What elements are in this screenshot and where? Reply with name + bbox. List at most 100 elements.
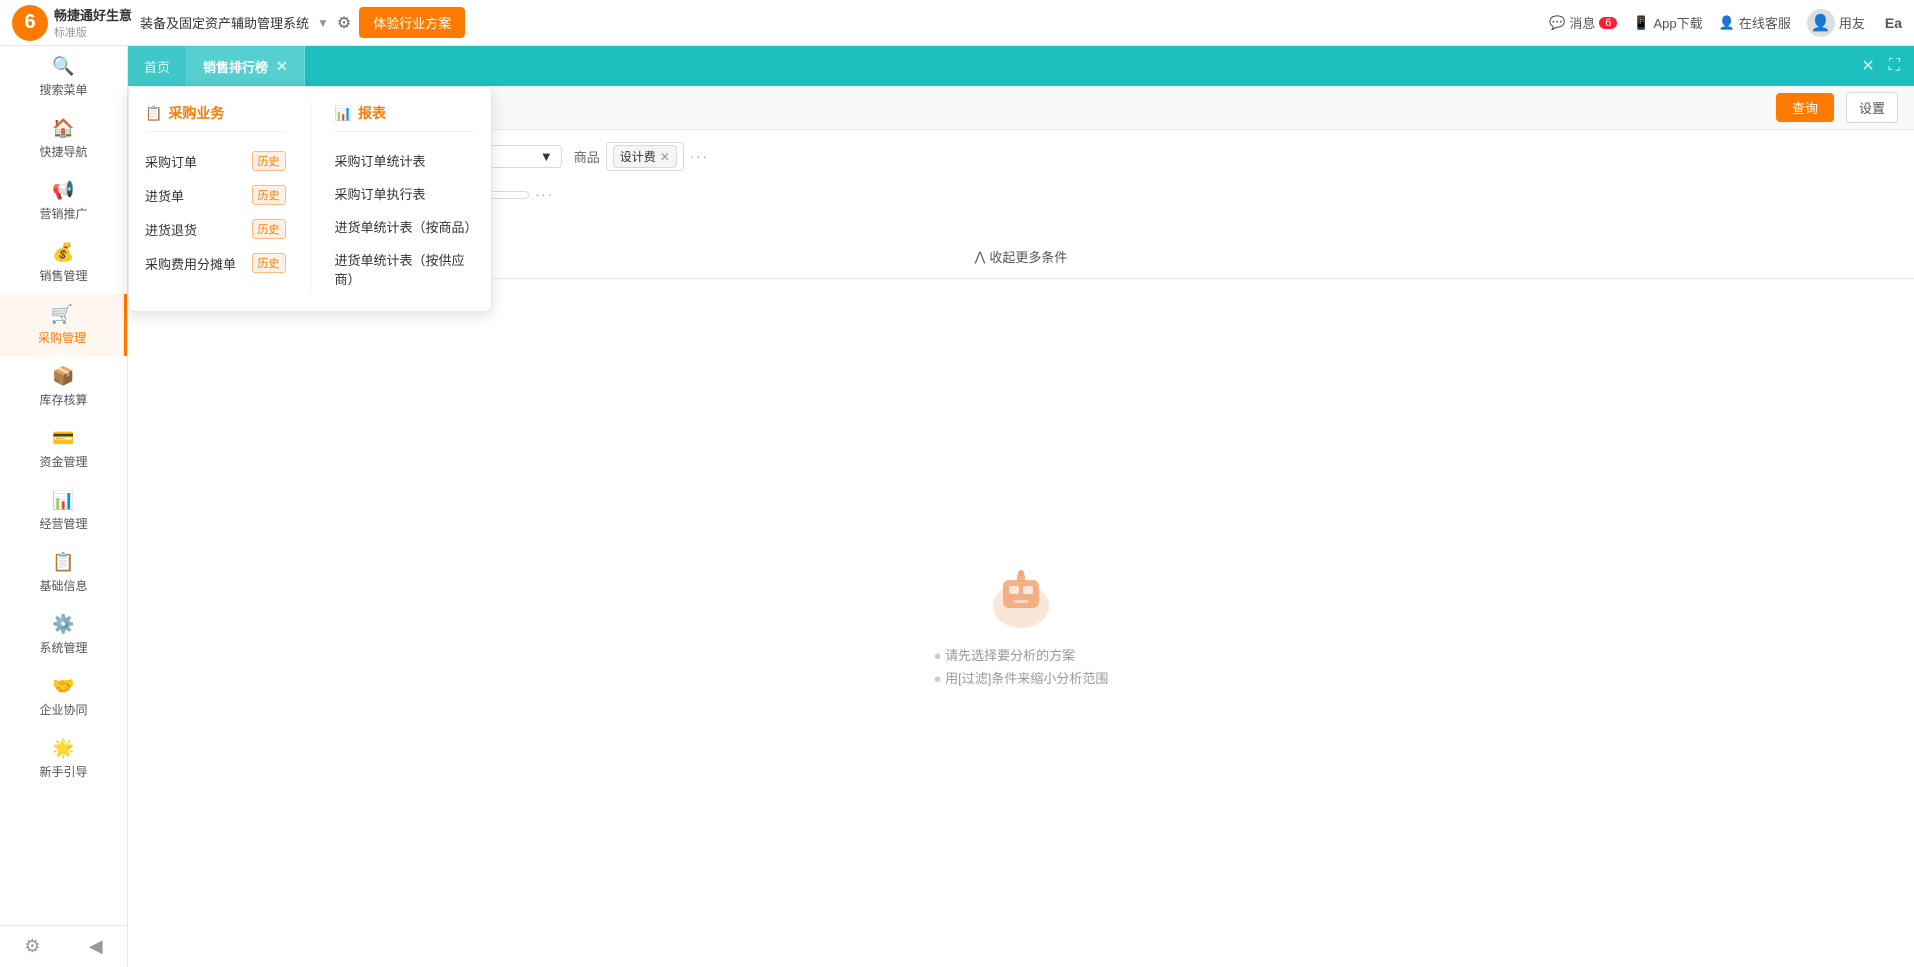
guide-icon: 🌟 <box>52 738 74 759</box>
notification-label: 消息 <box>1569 13 1595 32</box>
menu-item-purchase-order[interactable]: 采购订单 历史 <box>145 144 286 178</box>
notification-badge: 6 <box>1599 17 1617 29</box>
logo-subtitle: 标准版 <box>54 24 132 40</box>
business-title: 📋 采购业务 <box>145 103 286 132</box>
sys-name: 装备及固定资产辅助管理系统 <box>140 13 309 32</box>
tab-sales-ranking-label: 销售排行榜 <box>203 57 268 76</box>
sidebar-item-enterprise[interactable]: 🤝 企业协同 <box>0 666 127 728</box>
menu-item-order-exec[interactable]: 采购订单执行表 <box>335 177 476 210</box>
purchase-dropdown-menu: 📋 采购业务 采购订单 历史 进货单 历史 进货退货 历史 采购费用分摊单 历史… <box>128 86 492 312</box>
tab-fullscreen-btn[interactable]: ⛶ <box>1883 53 1906 79</box>
history-badge-2: 历史 <box>252 219 286 239</box>
history-badge-0: 历史 <box>252 151 286 171</box>
sidebar-bottom: ⚙ ◀ <box>0 925 127 967</box>
history-badge-3: 历史 <box>252 253 286 273</box>
sidebar-label-stock: 库存核算 <box>39 391 87 408</box>
app-download-label: App下载 <box>1654 13 1703 32</box>
business-icon: 📋 <box>145 105 162 122</box>
sales-icon: 💰 <box>52 242 74 263</box>
menu-item-expense[interactable]: 采购费用分摊单 历史 <box>145 246 286 280</box>
sidebar-label-enterprise: 企业协同 <box>39 701 87 718</box>
sys-gear-icon[interactable]: ⚙ <box>337 13 351 33</box>
sidebar-item-guide[interactable]: 🌟 新手引导 <box>0 728 127 790</box>
sidebar-label-sales: 销售管理 <box>39 267 87 284</box>
goods-input[interactable]: 设计费 ✕ <box>606 142 684 171</box>
service-icon: 👤 <box>1719 15 1735 31</box>
sidebar-item-search[interactable]: 🔍 搜索菜单 <box>0 46 127 108</box>
goods-tag-label: 设计费 <box>620 148 656 165</box>
basic-icon: 📋 <box>52 552 74 573</box>
menu-item-incoming-stat-supplier[interactable]: 进货单统计表（按供应商） <box>335 243 476 295</box>
menu-item-return[interactable]: 进货退货 历史 <box>145 212 286 246</box>
content-area: 请先选择要分析的方案 用[过滤]条件来缩小分析范围 <box>128 279 1914 967</box>
tab-bar: 首页 销售排行榜 ✕ ✕ ⛶ <box>128 46 1914 86</box>
app-icon: 📱 <box>1633 15 1649 31</box>
sidebar-item-system[interactable]: ⚙️ 系统管理 <box>0 604 127 666</box>
search-icon: 🔍 <box>52 56 74 77</box>
goods-more-dots[interactable]: ··· <box>690 149 709 164</box>
sidebar-item-marketing[interactable]: 📢 营销推广 <box>0 170 127 232</box>
sidebar-item-stock[interactable]: 📦 库存核算 <box>0 356 127 418</box>
history-badge-1: 历史 <box>252 185 286 205</box>
topbar-right: 💬 消息 6 📱 App下载 👤 在线客服 👤 用友 Ea <box>1549 9 1902 37</box>
salesperson-more-dots[interactable]: ··· <box>535 187 554 202</box>
menu-item-incoming[interactable]: 进货单 历史 <box>145 178 286 212</box>
goods-label: 商品 <box>574 147 600 166</box>
notification-btn[interactable]: 💬 消息 6 <box>1549 13 1617 32</box>
report-icon: 📊 <box>335 105 352 122</box>
tab-bar-controls: ✕ ⛶ <box>1855 52 1914 80</box>
marketing-icon: 📢 <box>52 180 74 201</box>
tab-close-all-btn[interactable]: ✕ <box>1855 52 1880 80</box>
sys-dropdown-icon[interactable]: ▼ <box>317 16 329 30</box>
sys-info: 装备及固定资产辅助管理系统 ▼ ⚙ 体验行业方案 <box>140 7 1549 38</box>
goods-tag-close[interactable]: ✕ <box>660 150 670 164</box>
collapse-label: 收起更多条件 <box>989 247 1067 266</box>
settings-btn[interactable]: 设置 <box>1846 92 1898 123</box>
operation-icon: 📊 <box>52 490 74 511</box>
industry-btn[interactable]: 体验行业方案 <box>359 7 465 38</box>
sidebar-item-quick-nav[interactable]: 🏠 快捷导航 <box>0 108 127 170</box>
tab-home[interactable]: 首页 <box>128 46 187 86</box>
empty-hint-1: 请先选择要分析的方案 <box>934 644 1109 667</box>
sidebar-item-basic[interactable]: 📋 基础信息 <box>0 542 127 604</box>
empty-hint-2: 用[过滤]条件来缩小分析范围 <box>934 667 1109 690</box>
home-icon: 🏠 <box>52 118 74 139</box>
sidebar-item-sales[interactable]: 💰 销售管理 <box>0 232 127 294</box>
sidebar-item-finance[interactable]: 💳 资金管理 <box>0 418 127 480</box>
sidebar-label-operation: 经营管理 <box>39 515 87 532</box>
tab-sales-ranking[interactable]: 销售排行榜 ✕ <box>187 46 305 86</box>
collapse-icon: ⋀ <box>975 249 986 265</box>
goods-tag: 设计费 ✕ <box>613 145 677 168</box>
query-btn[interactable]: 查询 <box>1776 93 1834 122</box>
sidebar-label-search: 搜索菜单 <box>39 81 87 98</box>
menu-section-business: 📋 采购业务 采购订单 历史 进货单 历史 进货退货 历史 采购费用分摊单 历史 <box>145 103 286 295</box>
stock-icon: 📦 <box>52 366 74 387</box>
enterprise-icon: 🤝 <box>52 676 74 697</box>
sidebar-label-system: 系统管理 <box>39 639 87 656</box>
sidebar-label-purchase: 采购管理 <box>38 329 86 346</box>
app-download-btn[interactable]: 📱 App下载 <box>1633 13 1702 32</box>
online-service-btn[interactable]: 👤 在线客服 <box>1719 13 1791 32</box>
goods-filter: 商品 设计费 ✕ ··· <box>574 142 709 171</box>
menu-item-incoming-stat-goods[interactable]: 进货单统计表（按商品） <box>335 210 476 243</box>
online-service-label: 在线客服 <box>1739 13 1791 32</box>
notification-icon: 💬 <box>1549 15 1565 31</box>
logo-text: 畅捷通好生意 标准版 <box>54 5 132 40</box>
doc-status-dropdown-icon: ▼ <box>540 149 553 164</box>
sidebar-settings-icon[interactable]: ⚙ <box>24 936 40 957</box>
sidebar-collapse-icon[interactable]: ◀ <box>89 936 103 957</box>
sidebar-label-guide: 新手引导 <box>39 763 87 780</box>
sidebar-item-operation[interactable]: 📊 经营管理 <box>0 480 127 542</box>
tab-close-icon[interactable]: ✕ <box>276 58 288 75</box>
empty-illustration <box>981 556 1061 636</box>
menu-item-order-stat[interactable]: 采购订单统计表 <box>335 144 476 177</box>
tab-home-label: 首页 <box>144 57 170 76</box>
finance-icon: 💳 <box>52 428 74 449</box>
topbar: 6 畅捷通好生意 标准版 装备及固定资产辅助管理系统 ▼ ⚙ 体验行业方案 💬 … <box>0 0 1914 46</box>
toolbar-query-area: 查询 设置 <box>1776 92 1898 123</box>
collapse-btn[interactable]: ⋀ 收起更多条件 <box>975 247 1068 266</box>
user-btn[interactable]: 👤 用友 <box>1807 9 1865 37</box>
sidebar-label-marketing: 营销推广 <box>39 205 87 222</box>
menu-divider <box>310 103 311 295</box>
sidebar-item-purchase[interactable]: 🛒 采购管理 <box>0 294 127 356</box>
